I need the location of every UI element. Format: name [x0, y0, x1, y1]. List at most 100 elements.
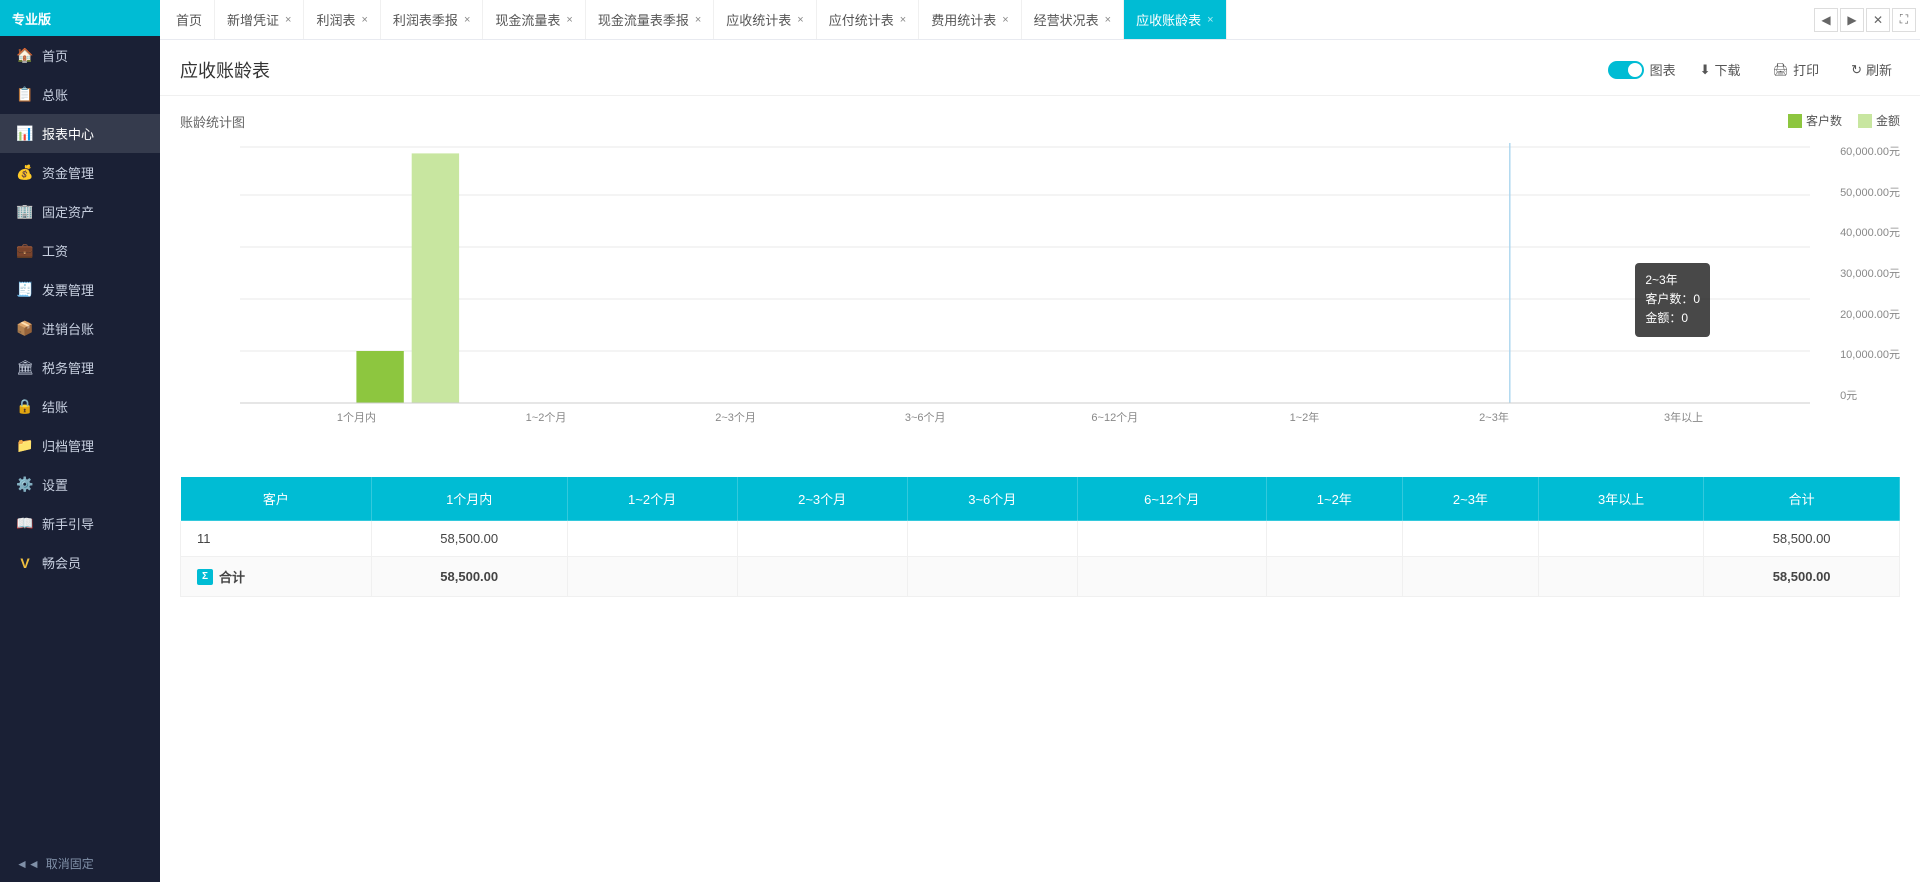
tab-expense-close[interactable]: × — [1002, 14, 1008, 26]
main-area: 首页 新增凭证 × 利润表 × 利润表季报 × 现金流量表 × 现金流量表季报 … — [160, 0, 1920, 882]
refresh-icon: ↻ — [1851, 62, 1862, 78]
print-button[interactable]: 🖨 打印 — [1765, 56, 1828, 83]
data-table: 客户 1个月内 1~2个月 2~3个月 3~6个月 6~12个月 1~2年 2~… — [180, 476, 1900, 597]
member-icon: V — [16, 555, 34, 571]
sidebar-item-funds[interactable]: 💰 资金管理 — [0, 153, 160, 192]
tab-profit-q-close[interactable]: × — [464, 14, 470, 26]
tab-voucher-close[interactable]: × — [285, 14, 291, 26]
unpin-button[interactable]: ◄◄ 取消固定 — [0, 845, 160, 882]
sidebar-item-salary[interactable]: 💼 工资 — [0, 231, 160, 270]
app-logo: 专业版 — [0, 0, 160, 36]
svg-text:1~2个月: 1~2个月 — [526, 411, 567, 423]
tabs-prev-button[interactable]: ◀ — [1814, 8, 1838, 32]
tab-ar-aging-close[interactable]: × — [1207, 14, 1213, 26]
sidebar-item-tax[interactable]: 🏛 税务管理 — [0, 348, 160, 387]
refresh-button[interactable]: ↻ 刷新 — [1843, 56, 1900, 83]
tabs-close-all-button[interactable]: ✕ — [1866, 8, 1890, 32]
tab-profit-label: 利润表 — [316, 10, 355, 29]
total-m1: 58,500.00 — [371, 557, 567, 597]
tab-profit-q[interactable]: 利润表季报 × — [381, 0, 483, 40]
tab-ar-aging[interactable]: 应收账龄表 × — [1124, 0, 1226, 40]
reports-icon: 📊 — [16, 125, 34, 142]
sidebar-item-guide[interactable]: 📖 新手引导 — [0, 504, 160, 543]
tax-icon: 🏛 — [16, 359, 34, 376]
tab-ar-stat[interactable]: 应收统计表 × — [714, 0, 816, 40]
chart-svg: 0个 1个 2个 3个 4个 5个 — [230, 143, 1810, 423]
tab-biz-status-close[interactable]: × — [1105, 14, 1111, 26]
chart-area: 账龄统计图 客户数 金额 0个 1个 2个 3个 — [160, 96, 1920, 476]
sidebar-label-home: 首页 — [42, 46, 68, 65]
svg-text:3~6个月: 3~6个月 — [905, 411, 946, 423]
sidebar-item-close[interactable]: 🔒 结账 — [0, 387, 160, 426]
col-m1: 1个月内 — [371, 477, 567, 521]
sidebar-label-close: 结账 — [42, 397, 68, 416]
sidebar-label-funds: 资金管理 — [42, 163, 94, 182]
tab-profit-q-label: 利润表季报 — [393, 10, 458, 29]
sidebar-item-sales[interactable]: 📦 进销台账 — [0, 309, 160, 348]
tab-expense-label: 费用统计表 — [931, 10, 996, 29]
page-content: 应收账龄表 图表 ⬇ 下载 🖨 打印 ↻ 刷新 — [160, 40, 1920, 882]
download-label: 下载 — [1715, 60, 1741, 79]
tab-ar-stat-label: 应收统计表 — [726, 10, 791, 29]
page-header: 应收账龄表 图表 ⬇ 下载 🖨 打印 ↻ 刷新 — [160, 40, 1920, 96]
tabs-next-button[interactable]: ▶ — [1840, 8, 1864, 32]
tab-ap-stat-close[interactable]: × — [900, 14, 906, 26]
legend-amount-icon — [1858, 114, 1872, 128]
tab-cashflow-q[interactable]: 现金流量表季报 × — [586, 0, 714, 40]
sidebar-item-ledger[interactable]: 📋 总账 — [0, 75, 160, 114]
col-m6: 3~6个月 — [907, 477, 1077, 521]
chart-toggle[interactable]: 图表 — [1608, 60, 1676, 79]
col-m2: 1~2个月 — [567, 477, 737, 521]
sidebar-item-archive[interactable]: 📁 归档管理 — [0, 426, 160, 465]
sidebar-label-settings: 设置 — [42, 475, 68, 494]
cell-m12 — [1077, 521, 1266, 557]
col-y2: 1~2年 — [1266, 477, 1402, 521]
svg-text:6~12个月: 6~12个月 — [1091, 411, 1138, 423]
total-y3 — [1402, 557, 1538, 597]
download-button[interactable]: ⬇ 下载 — [1692, 56, 1749, 83]
cell-m2 — [567, 521, 737, 557]
table-area: 客户 1个月内 1~2个月 2~3个月 3~6个月 6~12个月 1~2年 2~… — [160, 476, 1920, 882]
close-account-icon: 🔒 — [16, 398, 34, 415]
y-right-0: 0元 — [1840, 387, 1900, 403]
total-m2 — [567, 557, 737, 597]
cell-total: 58,500.00 — [1704, 521, 1900, 557]
cell-y3plus — [1538, 521, 1703, 557]
y-right-10k: 10,000.00元 — [1840, 346, 1900, 362]
legend-customers-label: 客户数 — [1806, 112, 1842, 129]
sidebar-item-invoice[interactable]: 🧾 发票管理 — [0, 270, 160, 309]
tab-expense[interactable]: 费用统计表 × — [919, 0, 1021, 40]
sidebar: 专业版 🏠 首页 📋 总账 📊 报表中心 💰 资金管理 🏢 固定资产 💼 工资 … — [0, 0, 160, 882]
col-total: 合计 — [1704, 477, 1900, 521]
assets-icon: 🏢 — [16, 203, 34, 220]
sidebar-item-assets[interactable]: 🏢 固定资产 — [0, 192, 160, 231]
cell-customer: 11 — [181, 521, 372, 557]
chart-legend: 客户数 金额 — [1788, 112, 1900, 129]
tab-profit[interactable]: 利润表 × — [304, 0, 380, 40]
tab-cashflow-q-close[interactable]: × — [695, 14, 701, 26]
chart-title: 账龄统计图 — [180, 112, 1900, 131]
tabs-expand-button[interactable]: ⛶ — [1892, 8, 1916, 32]
total-label: Σ 合计 — [197, 567, 363, 586]
tab-ap-stat-label: 应付统计表 — [829, 10, 894, 29]
tab-biz-status[interactable]: 经营状况表 × — [1022, 0, 1124, 40]
tab-ap-stat[interactable]: 应付统计表 × — [817, 0, 919, 40]
legend-amount-label: 金额 — [1876, 112, 1900, 129]
tab-home[interactable]: 首页 — [164, 0, 215, 40]
total-m3 — [737, 557, 907, 597]
sidebar-label-archive: 归档管理 — [42, 436, 94, 455]
tab-cashflow[interactable]: 现金流量表 × — [483, 0, 585, 40]
col-m3: 2~3个月 — [737, 477, 907, 521]
tab-cashflow-close[interactable]: × — [566, 14, 572, 26]
legend-amount: 金额 — [1858, 112, 1900, 129]
tab-voucher[interactable]: 新增凭证 × — [215, 0, 304, 40]
tab-profit-close[interactable]: × — [361, 14, 367, 26]
sidebar-item-reports[interactable]: 📊 报表中心 — [0, 114, 160, 153]
sidebar-item-home[interactable]: 🏠 首页 — [0, 36, 160, 75]
cell-m1: 58,500.00 — [371, 521, 567, 557]
sidebar-item-member[interactable]: V 畅会员 — [0, 543, 160, 582]
total-m12 — [1077, 557, 1266, 597]
tab-ar-stat-close[interactable]: × — [797, 14, 803, 26]
sidebar-item-settings[interactable]: ⚙️ 设置 — [0, 465, 160, 504]
toggle-switch-control[interactable] — [1608, 61, 1644, 79]
